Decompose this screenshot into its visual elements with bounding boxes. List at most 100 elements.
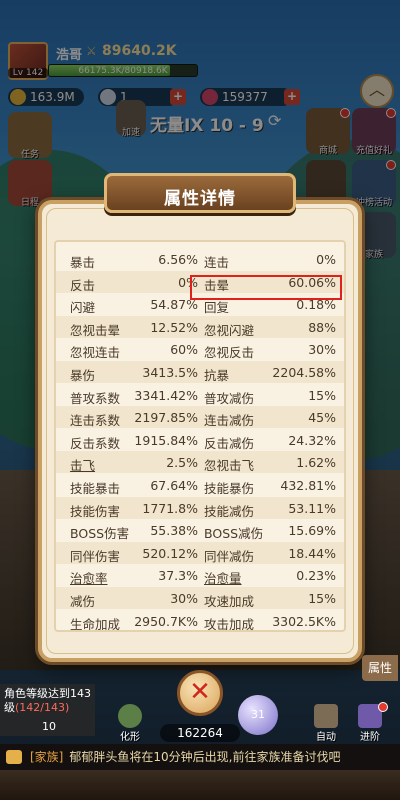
- orb-counter[interactable]: 31: [238, 695, 278, 735]
- attribute-row: 击飞 2.5% 忽视击飞 1.62%: [56, 451, 344, 474]
- coin-count: 10: [42, 720, 56, 733]
- attribute-value-right: 88%: [308, 319, 336, 335]
- attribute-row: 反击 0% 击晕 60.06%: [56, 270, 344, 293]
- dialog-title: 属性详情: [164, 189, 236, 209]
- attribute-value-right: 60.06%: [288, 274, 336, 290]
- attribute-value-left: 12.52%: [150, 319, 198, 335]
- attribute-name-left: 反击: [70, 277, 96, 293]
- transform-button[interactable]: 化形: [112, 702, 148, 743]
- attribute-name-right: 忽视反击: [204, 345, 255, 361]
- auto-button[interactable]: 自动: [308, 702, 344, 743]
- attribute-value-right: 0.23%: [296, 568, 336, 584]
- attribute-name-left: 生命加成: [70, 616, 121, 632]
- attribute-name-right: 回复: [204, 300, 230, 316]
- attribute-name-right: 击晕: [204, 277, 230, 293]
- attribute-name-left: 技能暴击: [70, 481, 121, 496]
- attribute-value-right: 24.32%: [288, 432, 336, 448]
- attribute-value-left: 0%: [178, 274, 198, 290]
- attribute-value-left: 54.87%: [150, 297, 198, 313]
- attribute-value-left: 60%: [170, 342, 198, 358]
- attribute-value-left: 30%: [170, 591, 198, 606]
- attribute-name-right: 抗暴: [204, 368, 230, 383]
- attribute-value-right: 45%: [308, 410, 336, 426]
- attribute-row: 暴伤 3413.5% 抗暴 2204.58%: [56, 361, 344, 383]
- attribute-value-right: 15.69%: [288, 523, 336, 539]
- attribute-row: 减伤 30% 攻速加成 15%: [56, 587, 344, 609]
- attribute-table[interactable]: 暴击 6.56% 连击 0% 反击 0% 击晕 60.06% 闪避 54.87% 回复 0.18% 忽视…: [54, 240, 346, 632]
- attribute-value-left: 3341.42%: [134, 387, 198, 403]
- auto-icon: [314, 704, 338, 728]
- bottom-nav-bar: [0, 770, 400, 800]
- attribute-name-left: 击飞: [70, 458, 96, 474]
- attribute-row: 技能暴击 67.64% 技能暴伤 432.81%: [56, 474, 344, 496]
- attribute-name-right: 攻击加成: [204, 616, 255, 632]
- attribute-row: 普攻系数 3341.42% 普攻减伤 15%: [56, 384, 344, 406]
- attribute-name-left: 连击系数: [70, 413, 121, 429]
- attribute-name-right: 反击减伤: [204, 435, 255, 451]
- attribute-value-right: 53.11%: [288, 500, 336, 516]
- attribute-value-right: 30%: [308, 342, 336, 358]
- chat-message: 郁郁胖头鱼将在10分钟后出现,前往家族准备讨伐吧: [69, 750, 341, 764]
- attribute-name-right: 攻速加成: [204, 594, 255, 609]
- attribute-name-left: 减伤: [70, 594, 96, 609]
- attribute-value-left: 1915.84%: [134, 432, 198, 448]
- dialog-title-plate: 属性详情: [104, 173, 296, 213]
- attribute-name-right: 连击减伤: [204, 413, 255, 429]
- attribute-value-left: 37.3%: [158, 568, 198, 584]
- attribute-name-left: 反击系数: [70, 435, 121, 451]
- close-button[interactable]: ✕: [177, 670, 223, 716]
- attribute-name-left: 暴伤: [70, 368, 96, 383]
- chat-icon: [6, 750, 22, 764]
- attribute-row: 生命加成 2950.7K% 攻击加成 3302.5K%: [56, 610, 344, 632]
- attribute-name-left: BOSS伤害: [70, 526, 130, 542]
- attribute-row: 忽视击晕 12.52% 忽视闪避 88%: [56, 315, 344, 338]
- attribute-value-right: 18.44%: [288, 545, 336, 561]
- level-progress: (142/143): [15, 701, 70, 714]
- attribute-name-right: 连击: [204, 255, 230, 270]
- attribute-row: 闪避 54.87% 回复 0.18%: [56, 293, 344, 315]
- attribute-name-right: 忽视击飞: [204, 458, 255, 474]
- attribute-value-right: 15%: [308, 591, 336, 606]
- attribute-name-right: 技能减伤: [204, 503, 255, 519]
- attribute-row: 治愈率 37.3% 治愈量 0.23%: [56, 564, 344, 586]
- attribute-value-left: 55.38%: [150, 523, 198, 539]
- attribute-value-left: 2197.85%: [134, 410, 198, 426]
- attribute-name-left: 普攻系数: [70, 390, 121, 406]
- attribute-row: 忽视连击 60% 忽视反击 30%: [56, 338, 344, 360]
- attribute-value-left: 1771.8%: [142, 500, 198, 516]
- attribute-value-left: 6.56%: [158, 252, 198, 267]
- attribute-row: 技能伤害 1771.8% 技能减伤 53.11%: [56, 496, 344, 519]
- attribute-name-left: 忽视击晕: [70, 322, 121, 338]
- notification-dot: [378, 702, 388, 712]
- attribute-value-left: 67.64%: [150, 478, 198, 493]
- attribute-value-right: 432.81%: [280, 478, 336, 493]
- transform-label: 化形: [120, 732, 140, 743]
- chat-bar[interactable]: [家族] 郁郁胖头鱼将在10分钟后出现,前往家族准备讨伐吧: [0, 744, 400, 770]
- attribute-value-right: 3302.5K%: [272, 613, 336, 629]
- advance-button[interactable]: 进阶: [352, 702, 388, 743]
- attribute-name-right: 技能暴伤: [204, 481, 255, 496]
- auto-label: 自动: [316, 732, 336, 743]
- attribute-row: 连击系数 2197.85% 连击减伤 45%: [56, 406, 344, 429]
- attribute-value-right: 1.62%: [296, 455, 336, 471]
- advance-label: 进阶: [360, 732, 380, 743]
- attribute-tab[interactable]: 属性: [362, 655, 398, 681]
- attribute-name-left: 暴击: [70, 255, 96, 270]
- attribute-value-right: 2204.58%: [272, 365, 336, 380]
- attribute-name-right: 治愈量: [204, 571, 242, 587]
- attribute-name-left: 忽视连击: [70, 345, 121, 361]
- attribute-row: 反击系数 1915.84% 反击减伤 24.32%: [56, 429, 344, 451]
- attribute-value-left: 2950.7K%: [134, 613, 198, 629]
- attribute-name-left: 闪避: [70, 300, 96, 316]
- attribute-value-left: 2.5%: [166, 455, 198, 471]
- attribute-value-right: 0.18%: [296, 297, 336, 313]
- attribute-name-left: 技能伤害: [70, 503, 121, 519]
- attribute-name-left: 同伴伤害: [70, 548, 121, 564]
- attribute-value-left: 520.12%: [142, 545, 198, 561]
- attribute-name-right: 忽视闪避: [204, 322, 255, 338]
- bottom-gold-amount: 162264: [160, 724, 240, 742]
- attribute-value-left: 3413.5%: [142, 365, 198, 380]
- transform-icon: [118, 704, 142, 728]
- chat-channel: [家族]: [30, 750, 64, 764]
- attribute-name-right: BOSS减伤: [204, 526, 264, 542]
